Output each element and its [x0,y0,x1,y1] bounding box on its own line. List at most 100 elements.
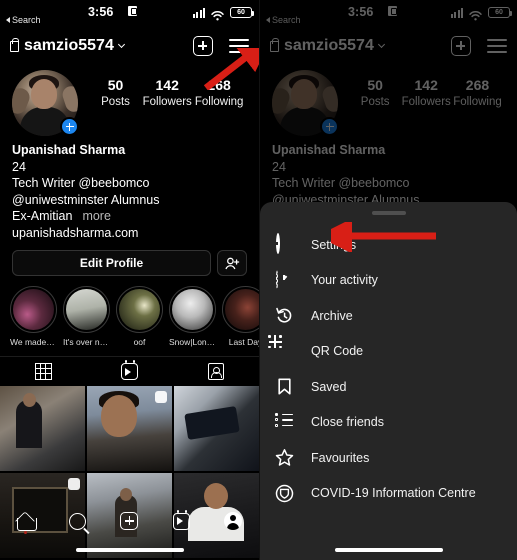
stat-posts[interactable]: 50 Posts [351,76,399,110]
back-triangle-icon [266,17,270,23]
hamburger-menu-icon[interactable] [487,39,507,53]
back-label: Search [272,15,301,25]
tagged-icon [207,363,224,380]
menu-item-label: QR Code [311,344,364,359]
status-bar-indicators: 60 [450,7,512,20]
menu-item-covid-information-centre[interactable]: COVID-19 Information Centre [260,476,517,512]
post-thumbnail[interactable] [173,386,259,472]
post-thumbnail[interactable] [0,386,86,472]
nav-home[interactable] [0,513,52,534]
menu-item-favourites[interactable]: Favourites [260,440,517,476]
nav-reels[interactable] [155,509,207,530]
posts-label: Posts [360,96,390,108]
highlight-item[interactable]: Snow|Lond... [169,286,216,347]
profile-actions: Edit Profile [0,241,259,276]
menu-item-saved[interactable]: Saved [260,369,517,405]
highlight-item[interactable]: oof [116,286,163,347]
gear-icon [275,233,294,255]
menu-item-label: Settings [311,237,357,252]
tab-grid[interactable] [0,357,86,386]
status-bar-back-link[interactable]: Search [6,15,41,25]
battery-level: 60 [495,9,503,16]
app-header: samzio5574 [260,30,517,62]
profile-icon [224,512,243,530]
menu-bottom-sheet: Settings Your activity Archive QR Code S… [260,202,517,560]
home-indicator [334,548,443,552]
highlight-caption: Snow|Lond... [169,337,216,347]
lock-icon [270,38,279,52]
status-bar-time: 3:56 [88,5,114,19]
add-story-plus-icon[interactable] [320,117,339,136]
stat-posts[interactable]: 50 Posts [92,76,140,110]
tab-reels[interactable] [86,357,172,386]
menu-item-qr-code[interactable]: QR Code [260,334,517,370]
profile-summary: 50 Posts 142 Followers 268 Following [0,62,259,136]
plus-box-icon[interactable] [193,36,213,56]
hamburger-menu-icon[interactable] [229,39,249,53]
followers-label: Followers [142,96,192,108]
alarm-icon [388,6,397,18]
battery-level: 60 [237,9,245,16]
bio-line-2: @uniwestminster Alumnus [12,192,160,207]
bio-website[interactable]: upanishadsharma.com [12,225,247,242]
nav-create[interactable] [104,512,156,530]
bio-display-name: Upanishad Sharma [272,143,386,157]
reels-icon [172,509,190,530]
home-icon [16,513,37,531]
tab-tagged[interactable] [173,357,259,386]
nav-search[interactable] [52,512,104,530]
activity-clock-icon [275,269,294,290]
status-bar-indicators: 60 [192,7,254,20]
bio-more-link[interactable]: more [82,209,110,223]
sheet-grabber[interactable] [371,211,406,215]
lock-icon [10,38,19,52]
back-triangle-icon [6,17,10,23]
status-bar-time: 3:56 [348,5,374,19]
nav-profile[interactable] [207,512,259,530]
followers-count: 142 [155,77,179,93]
following-label: Following [194,96,244,108]
plus-box-icon[interactable] [451,36,471,56]
archive-clock-back-icon [275,306,294,325]
menu-item-your-activity[interactable]: Your activity [260,263,517,299]
status-bar-back-link[interactable]: Search [266,15,301,25]
plus-box-icon [120,512,139,530]
profile-stats: 50 Posts 142 Followers 268 Following [78,70,247,136]
bio-display-name: Upanishad Sharma [12,143,126,157]
stat-following[interactable]: 268 Following [195,76,244,110]
highlight-item[interactable]: Last Day [222,286,259,347]
status-bar: Search 3:56 60 [0,0,259,30]
bio-line-3: Ex-Amitian more [12,208,247,225]
home-indicator [75,548,184,552]
menu-item-label: Favourites [311,450,370,465]
posts-count: 50 [367,77,383,93]
chevron-down-icon [377,40,385,49]
alarm-icon [128,6,137,18]
post-thumbnail[interactable] [86,386,173,472]
stat-following[interactable]: 268 Following [453,76,502,110]
highlight-item[interactable]: It's over now. [63,286,110,347]
menu-item-archive[interactable]: Archive [260,298,517,334]
username-label: samzio5574 [284,37,374,54]
menu-item-settings[interactable]: Settings [260,227,517,263]
menu-item-close-friends[interactable]: Close friends [260,405,517,441]
chevron-down-icon [117,40,125,49]
username-switcher[interactable]: samzio5574 [10,37,125,55]
stat-followers[interactable]: 142 Followers [402,76,451,110]
cellular-bars-icon [192,8,205,18]
bio-line-3-text: Ex-Amitian [12,209,73,223]
add-person-icon[interactable] [217,250,247,276]
profile-avatar[interactable] [272,70,339,136]
edit-profile-button[interactable]: Edit Profile [12,250,211,276]
reels-icon [120,360,138,380]
dual-screenshot-container: Search 3:56 60 samzio5574 50 Posts 142 F… [0,0,517,560]
username-label: samzio5574 [24,37,114,54]
add-story-plus-icon[interactable] [60,117,79,136]
highlight-item[interactable]: We made it... [10,286,57,347]
username-switcher[interactable]: samzio5574 [270,37,385,55]
profile-bio: Upanishad Sharma 24 Tech Writer @beebomc… [0,136,259,241]
back-label: Search [12,15,41,25]
stat-followers[interactable]: 142 Followers [143,76,192,110]
profile-avatar[interactable] [12,70,79,136]
story-highlights: We made it... It's over now. oof Snow|Lo… [0,276,259,347]
